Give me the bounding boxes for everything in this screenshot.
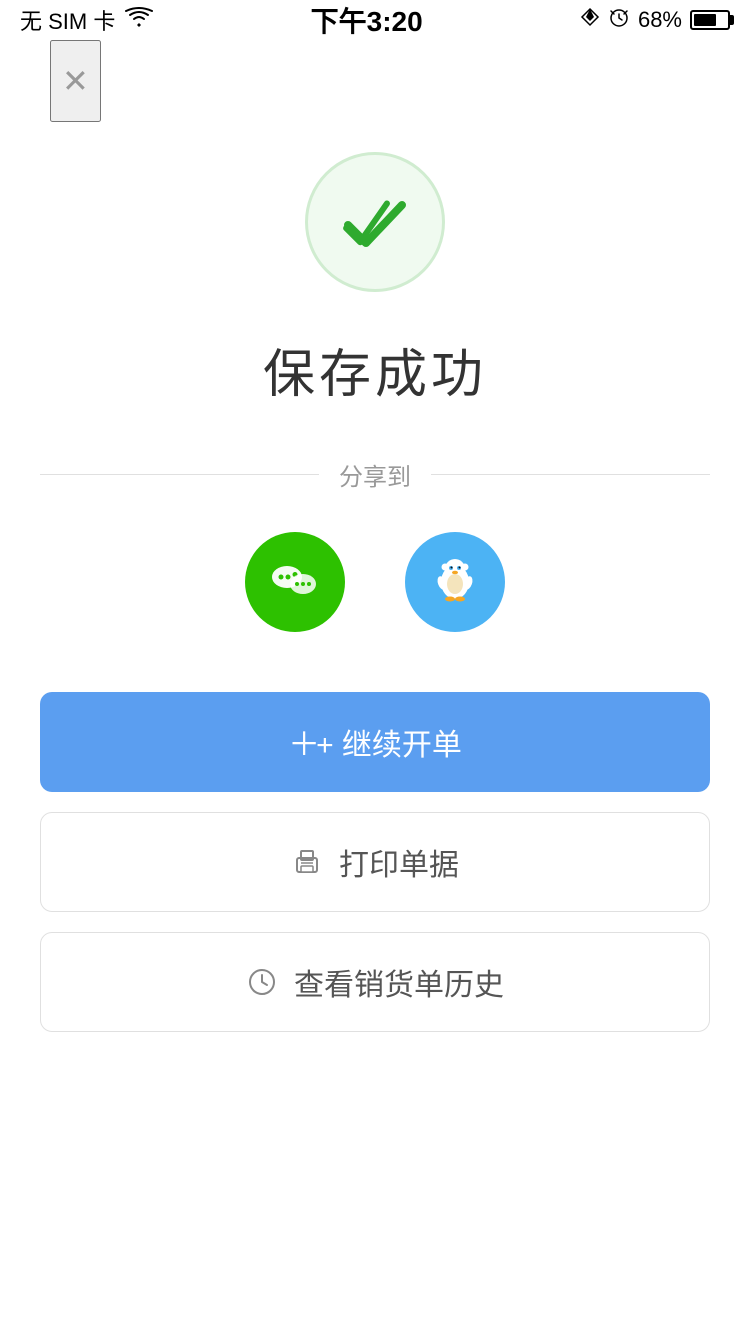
share-qq-button[interactable] xyxy=(405,532,505,632)
share-buttons xyxy=(245,532,505,632)
signal-text: 无 SIM 卡 xyxy=(20,4,115,36)
share-label: 分享到 xyxy=(339,457,411,492)
share-wechat-button[interactable] xyxy=(245,532,345,632)
status-left: 无 SIM 卡 xyxy=(20,4,153,36)
history-icon xyxy=(246,966,278,998)
divider-line-left xyxy=(40,474,319,475)
checkmark-icon xyxy=(340,195,410,250)
close-icon: ✕ xyxy=(62,63,89,99)
action-buttons: ＋ + 继续开单 打印单据 查看销货单历 xyxy=(40,692,710,1032)
alarm-icon xyxy=(608,6,630,34)
qq-icon xyxy=(432,556,478,608)
close-button[interactable]: ✕ xyxy=(50,40,101,122)
battery-icon xyxy=(690,10,730,30)
continue-button[interactable]: ＋ + 继续开单 xyxy=(40,692,710,792)
battery-text: 68% xyxy=(638,7,682,33)
main-content: ✕ 保存成功 分享到 xyxy=(0,40,750,1334)
divider-line-right xyxy=(431,474,710,475)
print-label: 打印单据 xyxy=(339,840,459,884)
history-button[interactable]: 查看销货单历史 xyxy=(40,932,710,1032)
location-icon xyxy=(580,7,600,33)
continue-label: + 继续开单 xyxy=(316,720,462,764)
print-button[interactable]: 打印单据 xyxy=(40,812,710,912)
status-right: 68% xyxy=(580,6,730,34)
wechat-icon xyxy=(267,559,323,605)
status-time: 下午3:20 xyxy=(311,0,423,40)
wifi-icon xyxy=(125,7,153,33)
battery-fill xyxy=(694,14,716,26)
success-icon-container xyxy=(305,152,445,292)
success-title: 保存成功 xyxy=(263,332,487,407)
share-divider: 分享到 xyxy=(40,457,710,492)
history-label: 查看销货单历史 xyxy=(294,960,504,1004)
status-bar: 无 SIM 卡 下午3:20 68% xyxy=(0,0,750,40)
print-icon xyxy=(291,846,323,878)
